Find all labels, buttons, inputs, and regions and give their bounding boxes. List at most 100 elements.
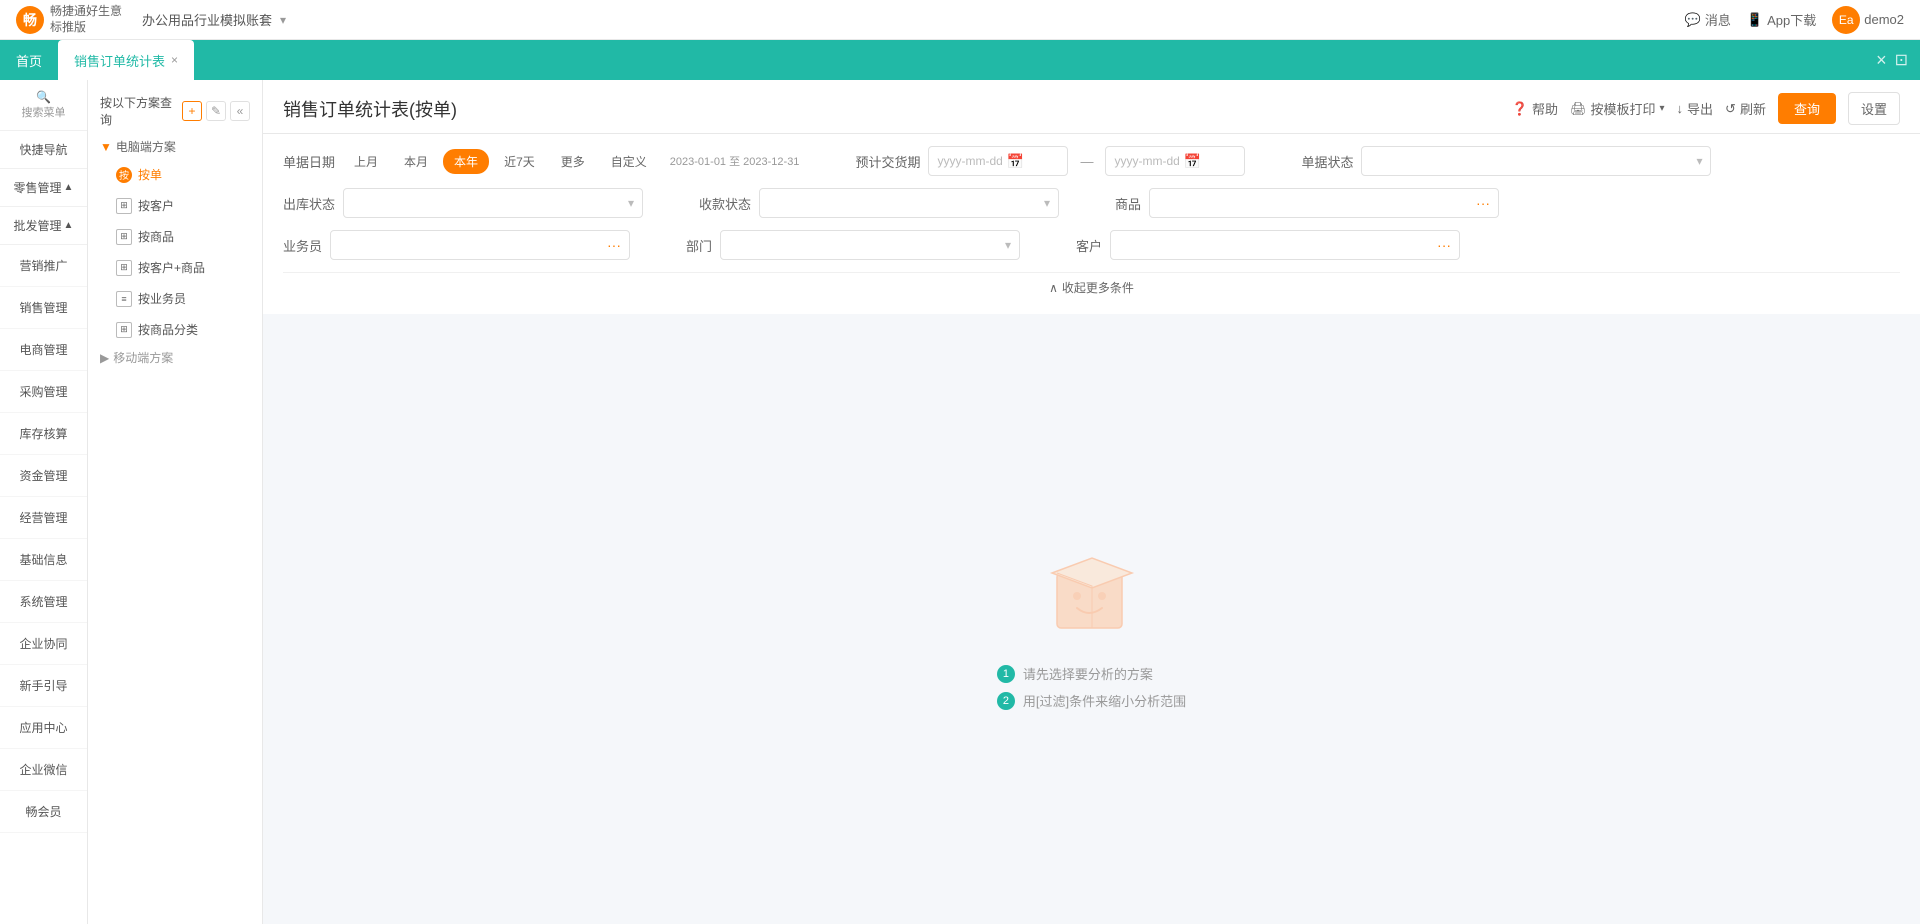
sidebar-search[interactable]: 🔍 搜索菜单 xyxy=(0,80,87,131)
sidebar-item-system[interactable]: 系统管理 xyxy=(0,581,87,623)
scheme-item-by-product-category[interactable]: ⊞ 按商品分类 xyxy=(88,314,262,345)
tab-home[interactable]: 首页 xyxy=(0,40,58,80)
sidebar-item-purchase[interactable]: 采购管理 xyxy=(0,371,87,413)
shipment-select[interactable]: ▾ xyxy=(343,188,643,218)
filter-row-1: 单据日期 上月 本月 本年 近7天 更多 自定义 2023-01-01 至 20… xyxy=(283,146,1900,176)
product-input[interactable]: ··· xyxy=(1149,188,1499,218)
scheme-item-by-customer[interactable]: ⊞ 按客户 xyxy=(88,190,262,221)
filter-payment: 收款状态 ▾ xyxy=(699,188,1059,218)
tip-1-num: 1 xyxy=(997,665,1015,683)
export-btn[interactable]: ↓ 导出 xyxy=(1677,99,1714,118)
expected-date-label: 预计交货期 xyxy=(855,152,920,171)
sidebar-item-finance[interactable]: 资金管理 xyxy=(0,455,87,497)
retail-arrow-icon: ▲ xyxy=(64,182,74,193)
tab-bar: 首页 销售订单统计表 × × ⊡ xyxy=(0,40,1920,80)
date-start-input[interactable]: yyyy-mm-dd 📅 xyxy=(928,146,1068,176)
payment-select[interactable]: ▾ xyxy=(759,188,1059,218)
customer-input[interactable]: ··· xyxy=(1110,230,1460,260)
sidebar-item-enterprise[interactable]: 企业协同 xyxy=(0,623,87,665)
close-window-btn[interactable]: × xyxy=(1876,50,1887,71)
mobile-scheme-section[interactable]: ▶ 移动端方案 xyxy=(88,345,262,370)
scheme-list: 按 按单 ⊞ 按客户 ⊞ 按商品 ⊞ 按客户+商品 ≡ 按业务员 xyxy=(88,159,262,345)
scheme-item-by-order[interactable]: 按 按单 xyxy=(88,159,262,190)
query-btn[interactable]: 查询 xyxy=(1778,93,1836,124)
sidebar-item-operations[interactable]: 经营管理 xyxy=(0,497,87,539)
maximize-window-btn[interactable]: ⊡ xyxy=(1895,50,1908,70)
department-select[interactable]: ▾ xyxy=(720,230,1020,260)
payment-label: 收款状态 xyxy=(699,194,751,213)
sidebar-item-member[interactable]: 畅会员 xyxy=(0,791,87,833)
app-download-btn[interactable]: 📱 App下载 xyxy=(1747,10,1816,29)
scheme-item-by-salesperson[interactable]: ≡ 按业务员 xyxy=(88,283,262,314)
date-tab-last-7-days[interactable]: 近7天 xyxy=(493,149,546,174)
main-layout: 🔍 搜索菜单 快捷导航 零售管理 ▲ 批发管理 ▲ 营销推广 销售管理 电商管理… xyxy=(0,80,1920,924)
wholesale-arrow-icon: ▲ xyxy=(64,220,74,231)
filter-salesperson: 业务员 ··· xyxy=(283,230,630,260)
date-tab-last-month[interactable]: 上月 xyxy=(343,149,389,174)
filter-product: 商品 ··· xyxy=(1115,188,1499,218)
pc-section-arrow: ▼ xyxy=(100,140,112,154)
sidebar-item-ecommerce[interactable]: 电商管理 xyxy=(0,329,87,371)
tab-sales-order-stats[interactable]: 销售订单统计表 × xyxy=(58,40,194,80)
date-tab-this-month[interactable]: 本月 xyxy=(393,149,439,174)
tab-close-icon[interactable]: × xyxy=(171,53,178,67)
sidebar-item-inventory[interactable]: 库存核算 xyxy=(0,413,87,455)
status-label: 单据状态 xyxy=(1301,152,1353,171)
sidebar-item-retail[interactable]: 零售管理 ▲ xyxy=(0,169,87,207)
print-btn[interactable]: 🖨 按模板打印 ▾ xyxy=(1570,99,1665,118)
mobile-section-arrow: ▶ xyxy=(100,351,109,365)
empty-state: 1 请先选择要分析的方案 2 用[过滤]条件来缩小分析范围 xyxy=(263,314,1920,924)
date-tab-this-year[interactable]: 本年 xyxy=(443,149,489,174)
product-picker-icon[interactable]: ··· xyxy=(1476,195,1490,211)
sidebar-item-marketing[interactable]: 营销推广 xyxy=(0,245,87,287)
filter-status: 单据状态 ▾ xyxy=(1301,146,1711,176)
salesperson-input[interactable]: ··· xyxy=(330,230,630,260)
payment-dropdown-icon: ▾ xyxy=(1044,196,1050,210)
sidebar-item-basic[interactable]: 基础信息 xyxy=(0,539,87,581)
print-dropdown-icon: ▾ xyxy=(1660,103,1665,114)
settings-btn[interactable]: 设置 xyxy=(1848,92,1900,125)
scheme-item-by-product[interactable]: ⊞ 按商品 xyxy=(88,221,262,252)
sidebar-item-wechat[interactable]: 企业微信 xyxy=(0,749,87,791)
app-title: 办公用品行业模拟账套 xyxy=(142,10,272,29)
filter-area: 单据日期 上月 本月 本年 近7天 更多 自定义 2023-01-01 至 20… xyxy=(263,134,1920,314)
by-order-icon: 按 xyxy=(116,167,132,183)
logo-icon: 畅 xyxy=(16,6,44,34)
sidebar-item-newuser[interactable]: 新手引导 xyxy=(0,665,87,707)
refresh-btn[interactable]: ↺ 刷新 xyxy=(1725,99,1766,118)
date-tab-more[interactable]: 更多 xyxy=(550,149,596,174)
sidebar-item-apps[interactable]: 应用中心 xyxy=(0,707,87,749)
avatar: Ea xyxy=(1832,6,1860,34)
sidebar-quick-nav[interactable]: 快捷导航 xyxy=(0,131,87,169)
date-range-display: 2023-01-01 至 2023-12-31 xyxy=(670,153,800,169)
customer-picker-icon[interactable]: ··· xyxy=(1437,237,1451,253)
status-select[interactable]: ▾ xyxy=(1361,146,1711,176)
user-area[interactable]: Ea demo2 xyxy=(1832,6,1904,34)
message-icon: 💬 xyxy=(1685,12,1701,28)
add-scheme-btn[interactable]: + xyxy=(182,101,202,121)
by-product-category-icon: ⊞ xyxy=(116,322,132,338)
filter-row-3: 业务员 ··· 部门 ▾ 客户 xyxy=(283,230,1900,260)
salesperson-picker-icon[interactable]: ··· xyxy=(607,237,621,253)
date-tab-custom[interactable]: 自定义 xyxy=(600,149,658,174)
shipment-dropdown-icon: ▾ xyxy=(628,196,634,210)
app-title-dropdown[interactable]: ▾ xyxy=(280,13,286,27)
collapse-filters-btn[interactable]: ∧ 收起更多条件 xyxy=(283,272,1900,302)
sidebar-item-wholesale[interactable]: 批发管理 ▲ xyxy=(0,207,87,245)
pc-scheme-title: ▼ 电脑端方案 xyxy=(88,134,262,159)
filter-row-2: 出库状态 ▾ 收款状态 ▾ 商品 xyxy=(283,188,1900,218)
edit-scheme-btn[interactable]: ✎ xyxy=(206,101,226,121)
phone-icon: 📱 xyxy=(1747,12,1763,28)
filter-customer: 客户 ··· xyxy=(1076,230,1460,260)
filter-expected-date: 预计交货期 yyyy-mm-dd 📅 — yyyy-mm-dd 📅 xyxy=(855,146,1245,176)
help-btn[interactable]: ❓ 帮助 xyxy=(1512,99,1558,118)
scheme-item-by-customer-product[interactable]: ⊞ 按客户+商品 xyxy=(88,252,262,283)
message-btn[interactable]: 💬 消息 xyxy=(1685,10,1731,29)
status-dropdown-icon: ▾ xyxy=(1696,154,1702,168)
shipment-label: 出库状态 xyxy=(283,194,335,213)
date-end-input[interactable]: yyyy-mm-dd 📅 xyxy=(1105,146,1245,176)
sidebar-item-sales[interactable]: 销售管理 xyxy=(0,287,87,329)
collapse-scheme-btn[interactable]: « xyxy=(230,101,250,121)
department-dropdown-icon: ▾ xyxy=(1005,238,1011,252)
scheme-header-actions: + ✎ « xyxy=(182,101,250,121)
